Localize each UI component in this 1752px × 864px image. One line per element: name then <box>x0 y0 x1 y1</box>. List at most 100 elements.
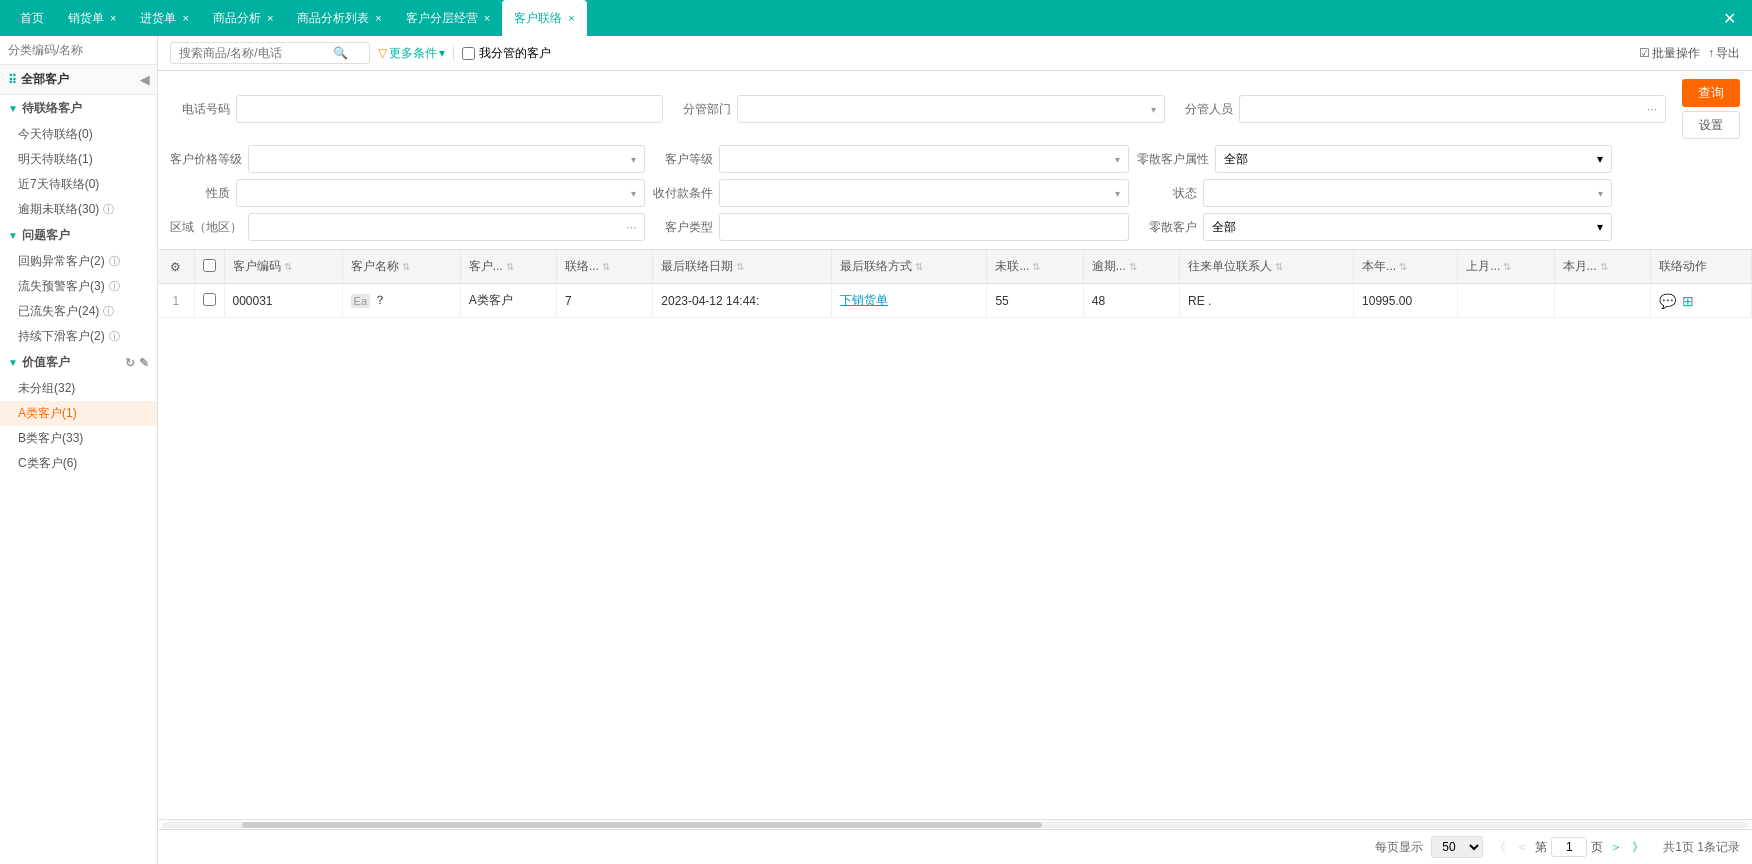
filter-search-icon[interactable]: 🔍 <box>333 46 348 60</box>
customer-name: Ea ？ <box>342 284 460 318</box>
price-level-select[interactable]: ▾ <box>248 145 645 173</box>
customer-badge: Ea <box>351 294 370 308</box>
nav-customer-segment[interactable]: 客户分层经营 × <box>394 0 502 36</box>
select-all-checkbox[interactable] <box>203 259 216 272</box>
row-num: 1 <box>158 284 194 318</box>
sidebar-item-churned[interactable]: 已流失客户(24) ⓘ <box>0 299 157 324</box>
filter-region: 区域（地区） ··· <box>170 213 645 241</box>
query-button[interactable]: 查询 <box>1682 79 1740 107</box>
all-customers-header[interactable]: ⠿ 全部客户 ◀ <box>0 65 157 95</box>
phone-input[interactable] <box>236 95 663 123</box>
filter-nature: 性质 ▾ <box>170 179 645 207</box>
my-customers-checkbox[interactable]: 我分管的客户 <box>462 45 551 62</box>
close-icon[interactable]: × <box>267 12 273 24</box>
grid-icon: ⠿ <box>8 73 17 87</box>
filter-search-input[interactable] <box>179 46 329 60</box>
col-contact-count: 联络... ⇅ <box>556 250 652 284</box>
sort-icon[interactable]: ⇅ <box>1032 261 1040 272</box>
page-nav: 《 ＜ 第 页 ＞ 》 <box>1491 837 1647 857</box>
value-customers-group[interactable]: ▼ 价值客户 ↻ ✎ <box>0 349 157 376</box>
prev-page-btn[interactable]: ＜ <box>1513 839 1531 856</box>
edit-icon[interactable]: ✎ <box>139 356 149 370</box>
my-customers-check-input[interactable] <box>462 47 475 60</box>
sidebar-item-churn-warning[interactable]: 流失预警客户(3) ⓘ <box>0 274 157 299</box>
last-page-btn[interactable]: 》 <box>1629 839 1647 856</box>
collapse-sidebar-icon[interactable]: ◀ <box>140 73 149 87</box>
payment-select[interactable]: ▾ <box>719 179 1128 207</box>
close-icon[interactable]: × <box>484 12 490 24</box>
close-icon[interactable]: × <box>110 12 116 24</box>
sidebar-item-ungrouped[interactable]: 未分组(32) <box>0 376 157 401</box>
first-page-btn[interactable]: 《 <box>1491 839 1509 856</box>
sidebar-item-7days[interactable]: 近7天待联络(0) <box>0 172 157 197</box>
filter-form: 电话号码 分管部门 ▾ 分管人员 ··· <box>158 71 1752 250</box>
retail-customer-select[interactable]: 全部 ▾ <box>1203 213 1612 241</box>
sort-icon[interactable]: ⇅ <box>1399 261 1407 272</box>
chevron-down-icon: ▾ <box>1598 188 1603 199</box>
customer-type-input[interactable] <box>719 213 1128 241</box>
sort-icon[interactable]: ⇅ <box>1275 261 1283 272</box>
nature-select[interactable]: ▾ <box>236 179 645 207</box>
table-header-row: ⚙ 客户编码 ⇅ 客户名称 <box>158 250 1752 284</box>
status-select[interactable]: ▾ <box>1203 179 1612 207</box>
sidebar-item-overdue[interactable]: 逾期未联络(30) ⓘ <box>0 197 157 222</box>
nav-sales[interactable]: 销货单 × <box>56 0 128 36</box>
sidebar-search-input[interactable] <box>8 43 158 57</box>
dept-select[interactable]: ▾ <box>737 95 1164 123</box>
sort-icon[interactable]: ⇅ <box>1600 261 1608 272</box>
close-all-tabs[interactable]: ✕ <box>1715 9 1744 28</box>
manager-select[interactable]: ··· <box>1239 95 1666 123</box>
page-size-select[interactable]: 50 100 200 <box>1431 836 1483 858</box>
filter-row-1: 电话号码 分管部门 ▾ 分管人员 ··· <box>170 79 1740 139</box>
sort-icon[interactable]: ⇅ <box>736 261 744 272</box>
nav-product-analysis[interactable]: 商品分析 × <box>201 0 285 36</box>
nav-purchase[interactable]: 进货单 × <box>128 0 200 36</box>
horizontal-scrollbar[interactable] <box>158 819 1752 829</box>
row-select-checkbox[interactable] <box>203 293 216 306</box>
region-select[interactable]: ··· <box>248 213 645 241</box>
close-icon[interactable]: × <box>375 12 381 24</box>
chevron-down-icon: ▾ <box>631 188 636 199</box>
export-btn[interactable]: ↑ 导出 <box>1708 45 1740 62</box>
sidebar-item-class-a[interactable]: A类客户(1) <box>0 401 157 426</box>
qr-icon[interactable]: ⊞ <box>1682 293 1694 309</box>
close-icon[interactable]: × <box>568 12 574 24</box>
sort-icon[interactable]: ⇅ <box>602 261 610 272</box>
col-this-year: 本年... ⇅ <box>1354 250 1458 284</box>
last-contact-date-cell: 2023-04-12 14:44: <box>653 284 832 318</box>
filter-row-4: 区域（地区） ··· 客户类型 零散客户 全部 ▾ <box>170 213 1740 241</box>
close-icon[interactable]: × <box>182 12 188 24</box>
scrollbar-thumb[interactable] <box>242 822 1042 828</box>
sort-icon[interactable]: ⇅ <box>1129 261 1137 272</box>
refresh-icon[interactable]: ↻ <box>125 356 135 370</box>
settings-button[interactable]: 设置 <box>1682 111 1740 139</box>
sort-icon[interactable]: ⇅ <box>915 261 923 272</box>
nav-product-analysis-list[interactable]: 商品分析列表 × <box>285 0 393 36</box>
nav-home[interactable]: 首页 <box>8 0 56 36</box>
sidebar-item-abnormal[interactable]: 回购异常客户(2) ⓘ <box>0 249 157 274</box>
pending-contact-group[interactable]: ▼ 待联络客户 <box>0 95 157 122</box>
retail-attr-select[interactable]: 全部 ▾ <box>1215 145 1612 173</box>
bulk-ops-btn[interactable]: ☑ 批量操作 <box>1639 45 1700 62</box>
customer-level-select[interactable]: ▾ <box>719 145 1128 173</box>
pagination: 每页显示 50 100 200 《 ＜ 第 页 ＞ 》 共1页 1条记录 <box>158 829 1752 864</box>
sort-icon[interactable]: ⇅ <box>284 261 292 272</box>
nav-customer-contact[interactable]: 客户联络 × <box>502 0 586 36</box>
gear-icon[interactable]: ⚙ <box>170 260 181 274</box>
sort-icon[interactable]: ⇅ <box>402 261 410 272</box>
sidebar-item-tomorrow[interactable]: 明天待联络(1) <box>0 147 157 172</box>
more-conditions-btn[interactable]: ▽ 更多条件 ▾ <box>378 45 445 62</box>
chat-icon[interactable]: 💬 <box>1659 293 1676 309</box>
sort-icon[interactable]: ⇅ <box>1503 261 1511 272</box>
next-page-btn[interactable]: ＞ <box>1607 839 1625 856</box>
problem-customers-group[interactable]: ▼ 问题客户 <box>0 222 157 249</box>
sidebar-item-today[interactable]: 今天待联络(0) <box>0 122 157 147</box>
sidebar-item-declining[interactable]: 持续下滑客户(2) ⓘ <box>0 324 157 349</box>
filter-dept: 分管部门 ▾ <box>671 95 1164 123</box>
page-number-input[interactable] <box>1551 837 1587 857</box>
sort-icon[interactable]: ⇅ <box>506 261 514 272</box>
sidebar-item-class-c[interactable]: C类客户(6) <box>0 451 157 476</box>
last-contact-method-link[interactable]: 下销货单 <box>840 293 888 307</box>
main-content: 🔍 ▽ 更多条件 ▾ 我分管的客户 ☑ 批量操作 ↑ 导出 <box>158 36 1752 864</box>
sidebar-item-class-b[interactable]: B类客户(33) <box>0 426 157 451</box>
